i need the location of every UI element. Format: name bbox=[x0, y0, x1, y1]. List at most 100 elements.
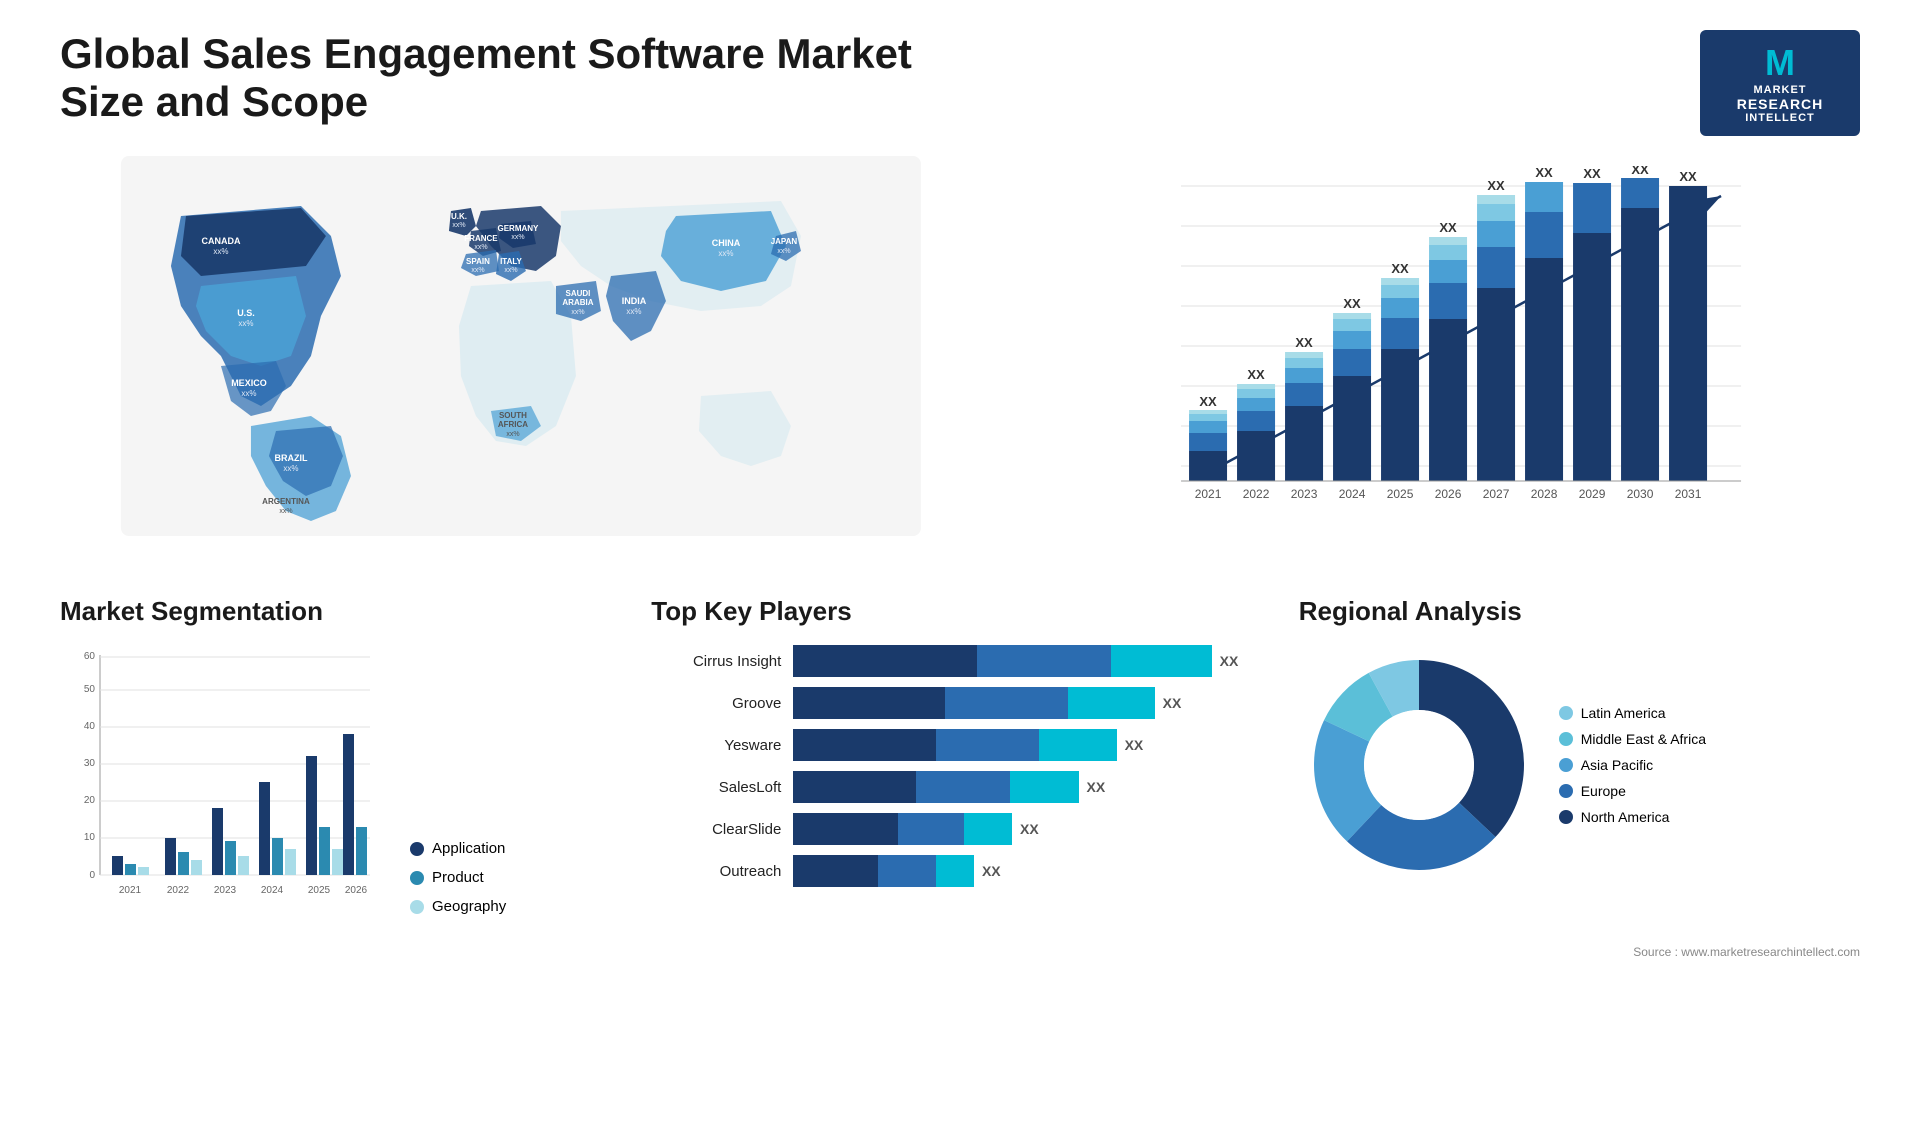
player-row-outreach: Outreach XX bbox=[651, 855, 1268, 887]
segmentation-chart: 0 10 20 30 40 50 60 bbox=[60, 645, 621, 925]
product-label: Product bbox=[432, 869, 484, 886]
asia-pacific-label: Asia Pacific bbox=[1581, 757, 1653, 773]
player-bar-yesware: XX bbox=[793, 729, 1268, 761]
player-val-cirrus: XX bbox=[1220, 653, 1239, 669]
svg-text:30: 30 bbox=[84, 758, 96, 769]
donut-chart bbox=[1299, 645, 1539, 885]
svg-text:2030: 2030 bbox=[1627, 487, 1654, 501]
players-list: Cirrus Insight XX Groove bbox=[651, 645, 1268, 887]
svg-text:0: 0 bbox=[89, 870, 95, 881]
svg-text:xx%: xx% bbox=[777, 248, 790, 255]
logo-line2: RESEARCH bbox=[1716, 96, 1844, 112]
svg-text:XX: XX bbox=[1583, 166, 1601, 181]
player-row-cirrus: Cirrus Insight XX bbox=[651, 645, 1268, 677]
svg-text:50: 50 bbox=[84, 684, 96, 695]
player-row-clearslide: ClearSlide XX bbox=[651, 813, 1268, 845]
svg-text:20: 20 bbox=[84, 795, 96, 806]
svg-text:U.S.: U.S. bbox=[237, 308, 255, 318]
legend-application: Application bbox=[410, 840, 506, 857]
north-america-label: North America bbox=[1581, 809, 1670, 825]
svg-text:xx%: xx% bbox=[511, 234, 524, 241]
svg-text:2024: 2024 bbox=[1339, 487, 1366, 501]
logo-box: M MARKET RESEARCH INTELLECT bbox=[1700, 30, 1860, 136]
svg-text:2022: 2022 bbox=[167, 885, 190, 896]
map-area: CANADA xx% U.S. xx% MEXICO xx% BRAZIL xx… bbox=[60, 156, 982, 556]
key-players-area: Top Key Players Cirrus Insight XX Groov bbox=[651, 596, 1268, 925]
bottom-section: Market Segmentation 0 10 20 30 40 bbox=[60, 596, 1860, 925]
legend-europe: Europe bbox=[1559, 783, 1706, 799]
svg-text:2021: 2021 bbox=[1195, 487, 1222, 501]
svg-text:xx%: xx% bbox=[471, 267, 484, 274]
legend-middle-east: Middle East & Africa bbox=[1559, 731, 1706, 747]
svg-text:XX: XX bbox=[1487, 178, 1505, 193]
player-name-outreach: Outreach bbox=[651, 863, 781, 880]
player-row-yesware: Yesware XX bbox=[651, 729, 1268, 761]
bar-chart-area: XX XX XX XX bbox=[1022, 156, 1860, 556]
svg-text:xx%: xx% bbox=[238, 319, 253, 328]
svg-text:2026: 2026 bbox=[345, 885, 368, 896]
svg-text:JAPAN: JAPAN bbox=[771, 237, 798, 246]
logo-line1: MARKET bbox=[1716, 84, 1844, 96]
regional-area: Regional Analysis bbox=[1299, 596, 1860, 925]
product-dot bbox=[410, 871, 424, 885]
svg-text:XX: XX bbox=[1295, 335, 1313, 350]
asia-pacific-dot bbox=[1559, 758, 1573, 772]
logo-letter: M bbox=[1716, 42, 1844, 84]
svg-text:GERMANY: GERMANY bbox=[498, 224, 540, 233]
svg-text:SAUDI: SAUDI bbox=[566, 289, 591, 298]
svg-text:xx%: xx% bbox=[279, 508, 292, 515]
segmentation-legend: Application Product Geography bbox=[410, 840, 506, 925]
page: Global Sales Engagement Software Market … bbox=[0, 0, 1920, 1146]
regional-legend: Latin America Middle East & Africa Asia … bbox=[1559, 705, 1706, 825]
player-val-salesloft: XX bbox=[1087, 779, 1106, 795]
legend-north-america: North America bbox=[1559, 809, 1706, 825]
svg-text:XX: XX bbox=[1679, 169, 1697, 184]
svg-text:2025: 2025 bbox=[308, 885, 331, 896]
svg-text:2026: 2026 bbox=[1435, 487, 1462, 501]
segmentation-title: Market Segmentation bbox=[60, 596, 621, 627]
svg-text:FRANCE: FRANCE bbox=[464, 234, 498, 243]
player-name-cirrus: Cirrus Insight bbox=[651, 653, 781, 670]
svg-text:2031: 2031 bbox=[1675, 487, 1702, 501]
player-bar-outreach: XX bbox=[793, 855, 1268, 887]
svg-text:xx%: xx% bbox=[213, 247, 228, 256]
svg-text:xx%: xx% bbox=[474, 244, 487, 251]
svg-text:XX: XX bbox=[1631, 166, 1649, 177]
legend-latin-america: Latin America bbox=[1559, 705, 1706, 721]
geography-dot bbox=[410, 900, 424, 914]
player-val-outreach: XX bbox=[982, 863, 1001, 879]
svg-text:ARABIA: ARABIA bbox=[562, 298, 593, 307]
svg-text:2023: 2023 bbox=[214, 885, 237, 896]
svg-text:2022: 2022 bbox=[1243, 487, 1270, 501]
svg-text:CANADA: CANADA bbox=[201, 236, 240, 246]
svg-text:AFRICA: AFRICA bbox=[498, 420, 528, 429]
svg-text:2029: 2029 bbox=[1579, 487, 1606, 501]
svg-text:XX: XX bbox=[1199, 394, 1217, 409]
north-america-dot bbox=[1559, 810, 1573, 824]
svg-text:60: 60 bbox=[84, 651, 96, 662]
geography-label: Geography bbox=[432, 898, 506, 915]
legend-asia-pacific: Asia Pacific bbox=[1559, 757, 1706, 773]
top-section: CANADA xx% U.S. xx% MEXICO xx% BRAZIL xx… bbox=[60, 156, 1860, 556]
svg-text:2024: 2024 bbox=[261, 885, 284, 896]
svg-text:2028: 2028 bbox=[1531, 487, 1558, 501]
middle-east-dot bbox=[1559, 732, 1573, 746]
svg-text:XX: XX bbox=[1439, 220, 1457, 235]
svg-text:ITALY: ITALY bbox=[500, 257, 522, 266]
logo-area: M MARKET RESEARCH INTELLECT bbox=[1700, 30, 1860, 136]
player-val-yesware: XX bbox=[1125, 737, 1144, 753]
svg-text:xx%: xx% bbox=[504, 267, 517, 274]
svg-text:xx%: xx% bbox=[626, 307, 641, 316]
player-row-groove: Groove XX bbox=[651, 687, 1268, 719]
svg-text:40: 40 bbox=[84, 721, 96, 732]
player-val-groove: XX bbox=[1163, 695, 1182, 711]
player-name-clearslide: ClearSlide bbox=[651, 821, 781, 838]
source-text: Source : www.marketresearchintellect.com bbox=[60, 945, 1860, 959]
svg-text:BRAZIL: BRAZIL bbox=[274, 453, 307, 463]
player-name-groove: Groove bbox=[651, 695, 781, 712]
player-val-clearslide: XX bbox=[1020, 821, 1039, 837]
latin-america-dot bbox=[1559, 706, 1573, 720]
key-players-title: Top Key Players bbox=[651, 596, 1268, 627]
legend-geography: Geography bbox=[410, 898, 506, 915]
player-bar-groove: XX bbox=[793, 687, 1268, 719]
